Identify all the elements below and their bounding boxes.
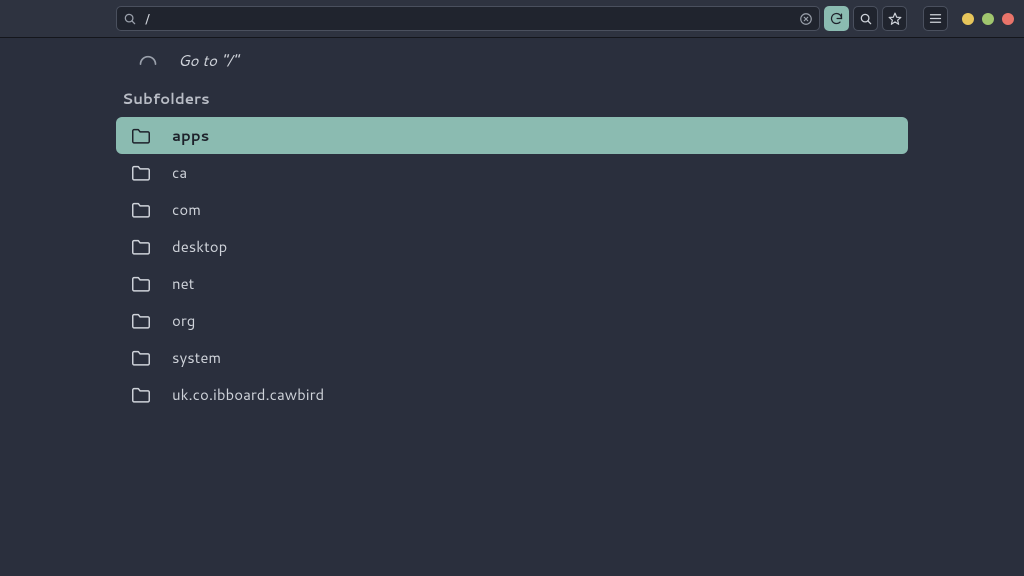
folder-row[interactable]: ca [116,154,908,191]
toolbar-actions [824,6,907,31]
search-button[interactable] [853,6,878,31]
folder-row[interactable]: uk.co.ibboard.cawbird [116,376,908,413]
refresh-button[interactable] [824,6,849,31]
folder-name: uk.co.ibboard.cawbird [172,384,324,405]
folder-row[interactable]: com [116,191,908,228]
goto-arc-icon [138,53,158,67]
folder-row[interactable]: org [116,302,908,339]
results-panel: Go to "/" Subfolders apps ca com desktop net… [0,38,1024,413]
minimize-dot[interactable] [962,13,974,25]
folder-icon [130,310,152,332]
search-icon [123,12,137,26]
folder-name: desktop [172,236,227,257]
folder-row[interactable]: net [116,265,908,302]
location-input[interactable] [145,9,791,29]
folder-name: org [172,310,195,331]
goto-row[interactable]: Go to "/" [116,38,1024,74]
folder-icon [130,199,152,221]
location-search[interactable] [116,6,820,31]
clear-icon[interactable] [799,12,813,26]
folder-row[interactable]: desktop [116,228,908,265]
close-dot[interactable] [1002,13,1014,25]
folder-row[interactable]: apps [116,117,908,154]
folder-icon [130,162,152,184]
toolbar [0,0,1024,38]
folder-icon [130,236,152,258]
goto-label: Go to "/" [178,50,238,71]
folder-icon [130,384,152,406]
bookmark-button[interactable] [882,6,907,31]
folder-icon [130,273,152,295]
folder-name: apps [172,125,209,146]
folder-row[interactable]: system [116,339,908,376]
maximize-dot[interactable] [982,13,994,25]
folder-name: ca [172,162,187,183]
folder-name: com [172,199,201,220]
folder-icon [130,125,152,147]
window-controls [962,13,1014,25]
folder-icon [130,347,152,369]
subfolders-list: apps ca com desktop net org system uk.co.ibboar… [116,117,1024,413]
subfolders-heading: Subfolders [116,74,1024,117]
hamburger-menu-button[interactable] [923,6,948,31]
folder-name: system [172,347,221,368]
folder-name: net [172,273,194,294]
